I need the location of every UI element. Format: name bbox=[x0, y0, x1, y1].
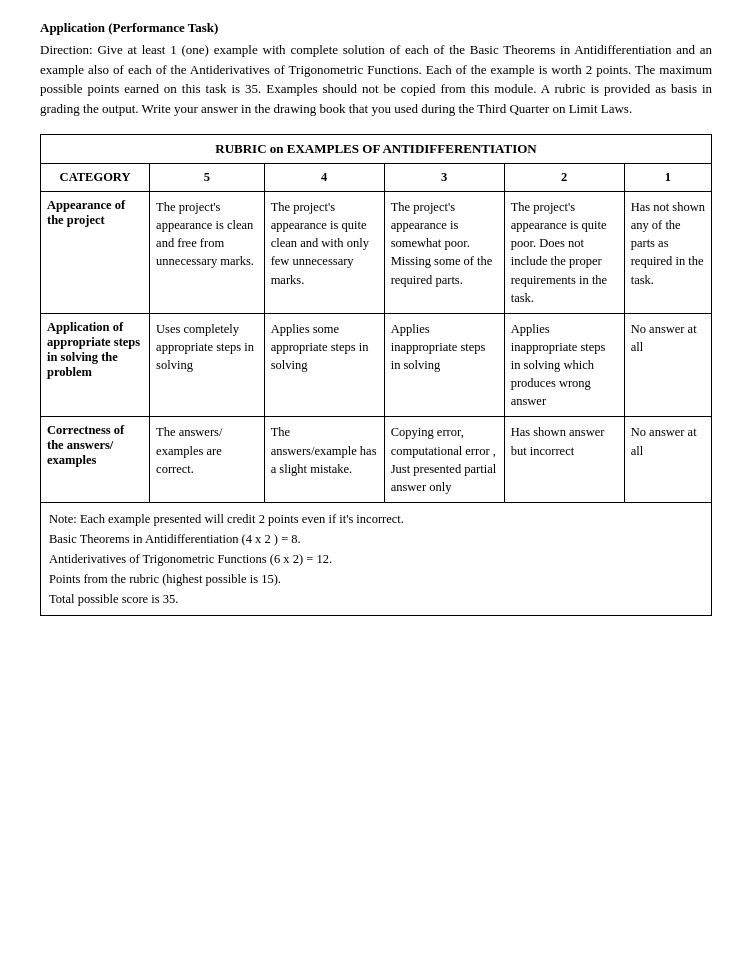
rubric-title: RUBRIC on EXAMPLES OF ANTIDIFFERENTIATIO… bbox=[41, 135, 712, 164]
rubric-table: RUBRIC on EXAMPLES OF ANTIDIFFERENTIATIO… bbox=[40, 134, 712, 616]
category-cell-1: Application of appropriate steps in solv… bbox=[41, 313, 150, 417]
col-header-4: 4 bbox=[264, 164, 384, 192]
category-cell-0: Appearance of the project bbox=[41, 192, 150, 314]
col-header-2: 2 bbox=[504, 164, 624, 192]
note-cell: Note: Each example presented will credit… bbox=[41, 502, 712, 615]
score3-cell-0: The project's appearance is somewhat poo… bbox=[384, 192, 504, 314]
score1-cell-1: No answer at all bbox=[624, 313, 711, 417]
score4-cell-2: The answers/example has a slight mistake… bbox=[264, 417, 384, 503]
col-header-1: 1 bbox=[624, 164, 711, 192]
score3-cell-2: Copying error, computational error , Jus… bbox=[384, 417, 504, 503]
table-row: Correctness of the answers/ examples The… bbox=[41, 417, 712, 503]
score5-cell-2: The answers/ examples are correct. bbox=[150, 417, 265, 503]
col-header-3: 3 bbox=[384, 164, 504, 192]
col-header-5: 5 bbox=[150, 164, 265, 192]
score5-cell-0: The project's appearance is clean and fr… bbox=[150, 192, 265, 314]
direction-text: Direction: Give at least 1 (one) example… bbox=[40, 40, 712, 118]
category-cell-2: Correctness of the answers/ examples bbox=[41, 417, 150, 503]
score1-cell-0: Has not shown any of the parts as requir… bbox=[624, 192, 711, 314]
score1-cell-2: No answer at all bbox=[624, 417, 711, 503]
table-row: Application of appropriate steps in solv… bbox=[41, 313, 712, 417]
table-row: Appearance of the project The project's … bbox=[41, 192, 712, 314]
page-title: Application (Performance Task) bbox=[40, 20, 712, 36]
score2-cell-1: Applies inappropriate steps in solving w… bbox=[504, 313, 624, 417]
score5-cell-1: Uses completely appropriate steps in sol… bbox=[150, 313, 265, 417]
score4-cell-1: Applies some appropriate steps in solvin… bbox=[264, 313, 384, 417]
score3-cell-1: Applies inappropriate steps in solving bbox=[384, 313, 504, 417]
note-row: Note: Each example presented will credit… bbox=[41, 502, 712, 615]
col-header-category: CATEGORY bbox=[41, 164, 150, 192]
score2-cell-0: The project's appearance is quite poor. … bbox=[504, 192, 624, 314]
score2-cell-2: Has shown answer but incorrect bbox=[504, 417, 624, 503]
score4-cell-0: The project's appearance is quite clean … bbox=[264, 192, 384, 314]
